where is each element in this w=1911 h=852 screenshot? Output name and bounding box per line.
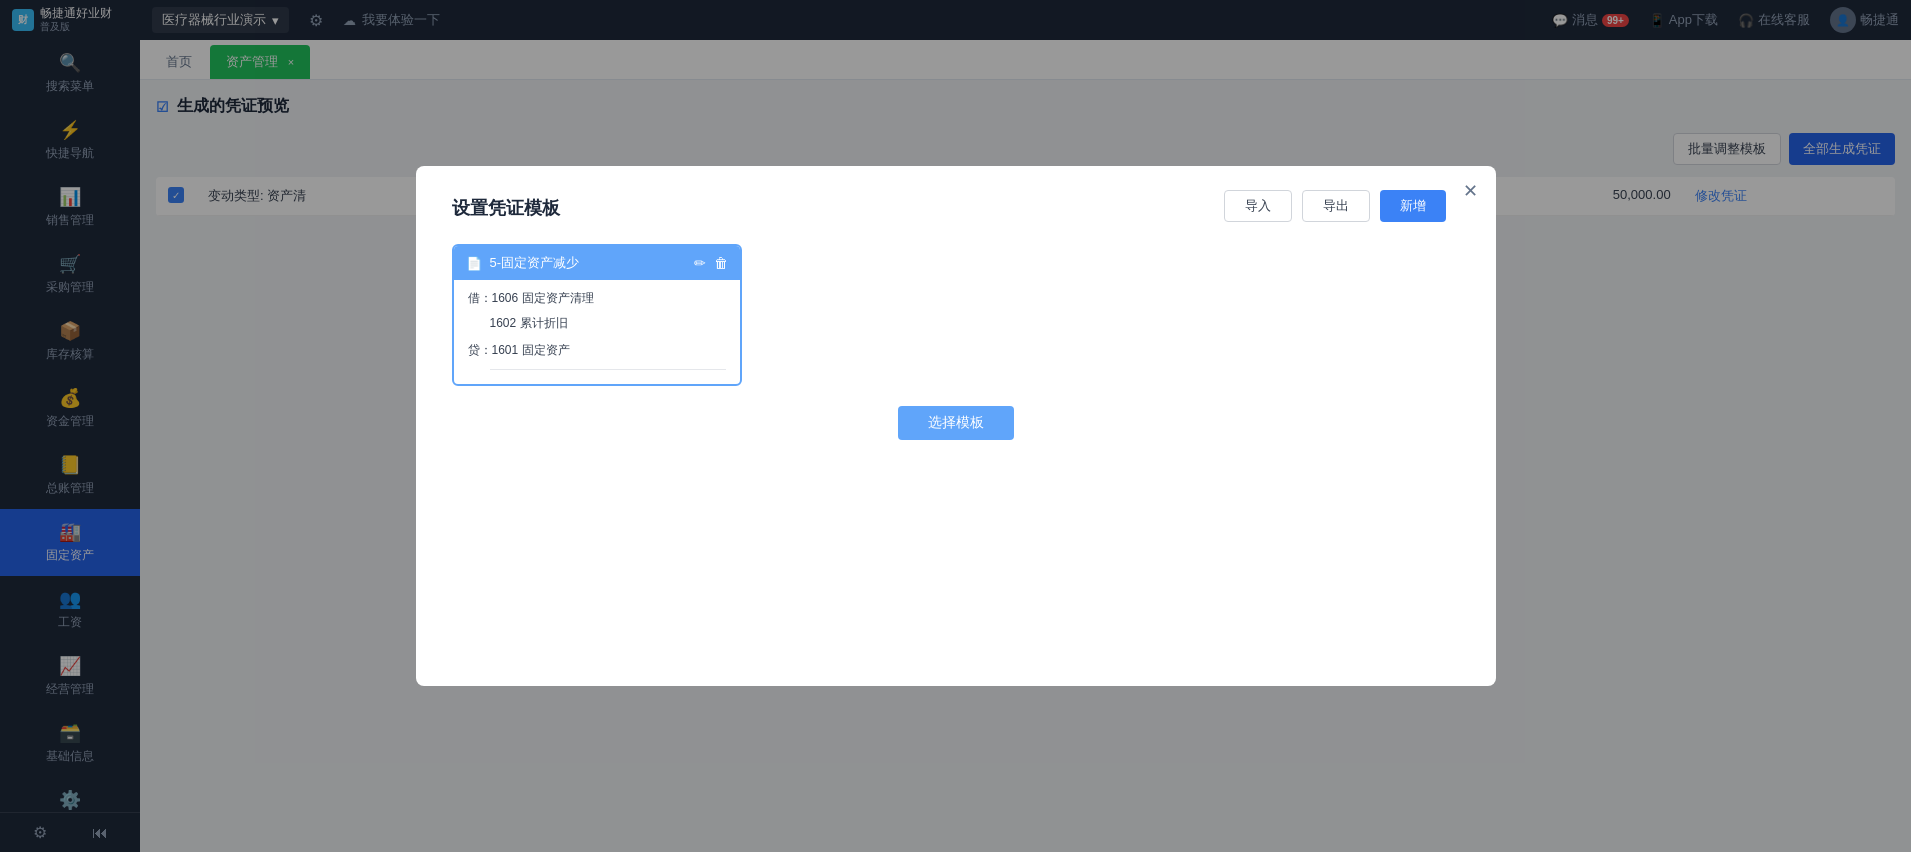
import-button[interactable]: 导入 bbox=[1224, 190, 1292, 222]
modal-dialog: ✕ 设置凭证模板 导入 导出 新增 📄 5-固定资产减少 ✏ 🗑 bbox=[416, 166, 1496, 686]
modal-close-icon[interactable]: ✕ bbox=[1463, 180, 1478, 202]
template-grid: 📄 5-固定资产减少 ✏ 🗑 借：1606 固定资产清理 bbox=[452, 244, 1460, 386]
new-button[interactable]: 新增 bbox=[1380, 190, 1446, 222]
select-template-button[interactable]: 选择模板 bbox=[898, 406, 1014, 440]
template-card-body: 借：1606 固定资产清理 1602 累计折旧 bbox=[454, 280, 740, 384]
template-edit-icon[interactable]: ✏ bbox=[694, 255, 706, 271]
template-card-header: 📄 5-固定资产减少 ✏ 🗑 bbox=[454, 246, 740, 280]
credit-section: 贷：1601 固定资产 bbox=[468, 342, 726, 370]
template-card-1: 📄 5-固定资产减少 ✏ 🗑 借：1606 固定资产清理 bbox=[452, 244, 742, 386]
modal-toolbar: 导入 导出 新增 bbox=[1224, 190, 1446, 222]
modal-overlay: ✕ 设置凭证模板 导入 导出 新增 📄 5-固定资产减少 ✏ 🗑 bbox=[0, 0, 1911, 852]
template-file-icon: 📄 bbox=[466, 256, 482, 271]
template-delete-icon[interactable]: 🗑 bbox=[714, 255, 728, 271]
debit-section: 借：1606 固定资产清理 1602 累计折旧 bbox=[468, 290, 726, 336]
template-actions: ✏ 🗑 bbox=[694, 255, 728, 271]
template-name: 5-固定资产减少 bbox=[490, 254, 580, 272]
export-button[interactable]: 导出 bbox=[1302, 190, 1370, 222]
